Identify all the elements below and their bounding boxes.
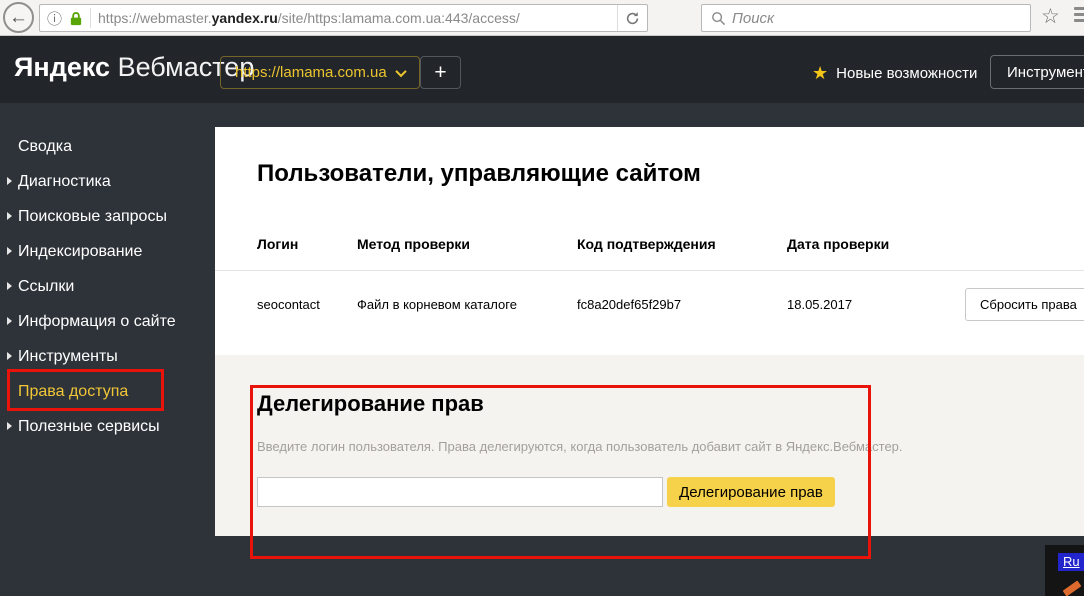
whats-new-label: Новые возможности [836, 65, 978, 82]
site-selector-dropdown[interactable]: https://lamama.com.ua [220, 56, 420, 89]
sidebar-item-label: Диагностика [18, 173, 111, 190]
url-suffix: /site/https:lamama.com.ua:443/access/ [277, 10, 520, 26]
url-bar[interactable]: ⓘ https://webmaster.yandex.ru/site/https… [39, 4, 648, 32]
table-cell-login: seocontact [257, 297, 320, 312]
sidebar-item-summary[interactable]: Сводка [0, 129, 215, 164]
site-selector-label: https://lamama.com.ua [235, 64, 387, 81]
chevron-down-icon [395, 65, 407, 77]
sidebar-item-label: Индексирование [18, 243, 143, 260]
reload-icon [626, 11, 639, 24]
tree-arrow-icon [7, 422, 12, 430]
delegation-title: Делегирование прав [257, 391, 484, 416]
sidebar-item-access-rights[interactable]: Права доступа [0, 374, 215, 409]
https-lock-icon [70, 11, 82, 25]
whats-new-link[interactable]: ★ Новые возможности [812, 63, 977, 84]
tools-button-label: Инструменты [1007, 63, 1084, 81]
sidebar-item-label: Информация о сайте [18, 313, 176, 330]
brand-logo[interactable]: Яндекс Вебмастер [14, 52, 254, 83]
tree-arrow-icon [7, 247, 12, 255]
back-arrow-icon: ← [9, 7, 28, 28]
app-header: Яндекс Вебмастер https://lamama.com.ua +… [0, 36, 1084, 103]
url-prefix: https://webmaster. [98, 10, 212, 26]
delegation-login-input[interactable] [257, 477, 663, 507]
page-title: Пользователи, управляющие сайтом [257, 160, 701, 187]
language-indicator-badge[interactable]: Ru [1058, 553, 1084, 571]
sidebar-item-useful-services[interactable]: Полезные сервисы [0, 409, 215, 444]
urlbar-divider [90, 8, 92, 28]
back-button[interactable]: ← [3, 2, 34, 33]
sidebar-item-label: Полезные сервисы [18, 418, 160, 435]
table-header-method: Метод проверки [357, 236, 471, 252]
reload-button[interactable] [617, 5, 647, 31]
sidebar-nav: Сводка Диагностика Поисковые запросы Инд… [0, 103, 215, 444]
tree-arrow-icon [7, 317, 12, 325]
table-header-login: Логин [257, 236, 299, 252]
page-info-icon[interactable]: ⓘ [47, 8, 62, 29]
browser-toolbar: ← ⓘ https://webmaster.yandex.ru/site/htt… [0, 0, 1084, 36]
search-input[interactable] [732, 6, 1030, 30]
sidebar-item-search-queries[interactable]: Поисковые запросы [0, 199, 215, 234]
plus-icon: + [434, 60, 447, 84]
tree-arrow-icon [7, 212, 12, 220]
corner-widget: Ru [1045, 545, 1084, 596]
cursor-shape-icon [1062, 580, 1082, 596]
tree-arrow-icon [7, 352, 12, 360]
add-site-button[interactable]: + [420, 56, 461, 89]
url-text[interactable]: https://webmaster.yandex.ru/site/https:l… [98, 10, 617, 26]
tree-arrow-icon [7, 282, 12, 290]
sidebar-item-tools[interactable]: Инструменты [0, 339, 215, 374]
star-icon: ★ [812, 63, 829, 83]
delegation-submit-button[interactable]: Делегирование прав [667, 477, 835, 507]
brand-yandex: Яндекс [14, 52, 111, 82]
tree-arrow-icon [7, 177, 12, 185]
sidebar-item-label: Ссылки [18, 278, 75, 295]
tools-button[interactable]: Инструменты [990, 55, 1084, 89]
users-section: Пользователи, управляющие сайтом Логин М… [215, 127, 1084, 355]
table-header-code: Код подтверждения [577, 236, 716, 252]
delegation-description: Введите логин пользователя. Права делеги… [257, 439, 903, 454]
table-header-date: Дата проверки [787, 236, 890, 252]
sidebar-item-label: Права доступа [18, 383, 129, 400]
library-icon[interactable] [1074, 7, 1084, 27]
table-divider [215, 270, 1084, 271]
sidebar-item-indexing[interactable]: Индексирование [0, 234, 215, 269]
delegation-section: Делегирование прав Введите логин пользов… [215, 355, 1084, 536]
sidebar-item-links[interactable]: Ссылки [0, 269, 215, 304]
sidebar-item-label: Сводка [18, 138, 73, 155]
sidebar-item-label: Инструменты [18, 348, 118, 365]
search-icon [712, 11, 726, 25]
url-domain: yandex.ru [211, 10, 278, 26]
sidebar-item-label: Поисковые запросы [18, 208, 167, 225]
search-bar[interactable] [701, 4, 1031, 32]
reset-rights-button[interactable]: Сбросить права [965, 288, 1084, 321]
table-cell-method: Файл в корневом каталоге [357, 297, 517, 312]
sidebar-item-diagnostics[interactable]: Диагностика [0, 164, 215, 199]
table-cell-code: fc8a20def65f29b7 [577, 297, 682, 312]
bookmark-star-icon[interactable]: ☆ [1041, 4, 1060, 29]
table-cell-date: 18.05.2017 [787, 297, 853, 312]
sidebar-item-site-info[interactable]: Информация о сайте [0, 304, 215, 339]
screen: ← ⓘ https://webmaster.yandex.ru/site/htt… [0, 0, 1084, 596]
